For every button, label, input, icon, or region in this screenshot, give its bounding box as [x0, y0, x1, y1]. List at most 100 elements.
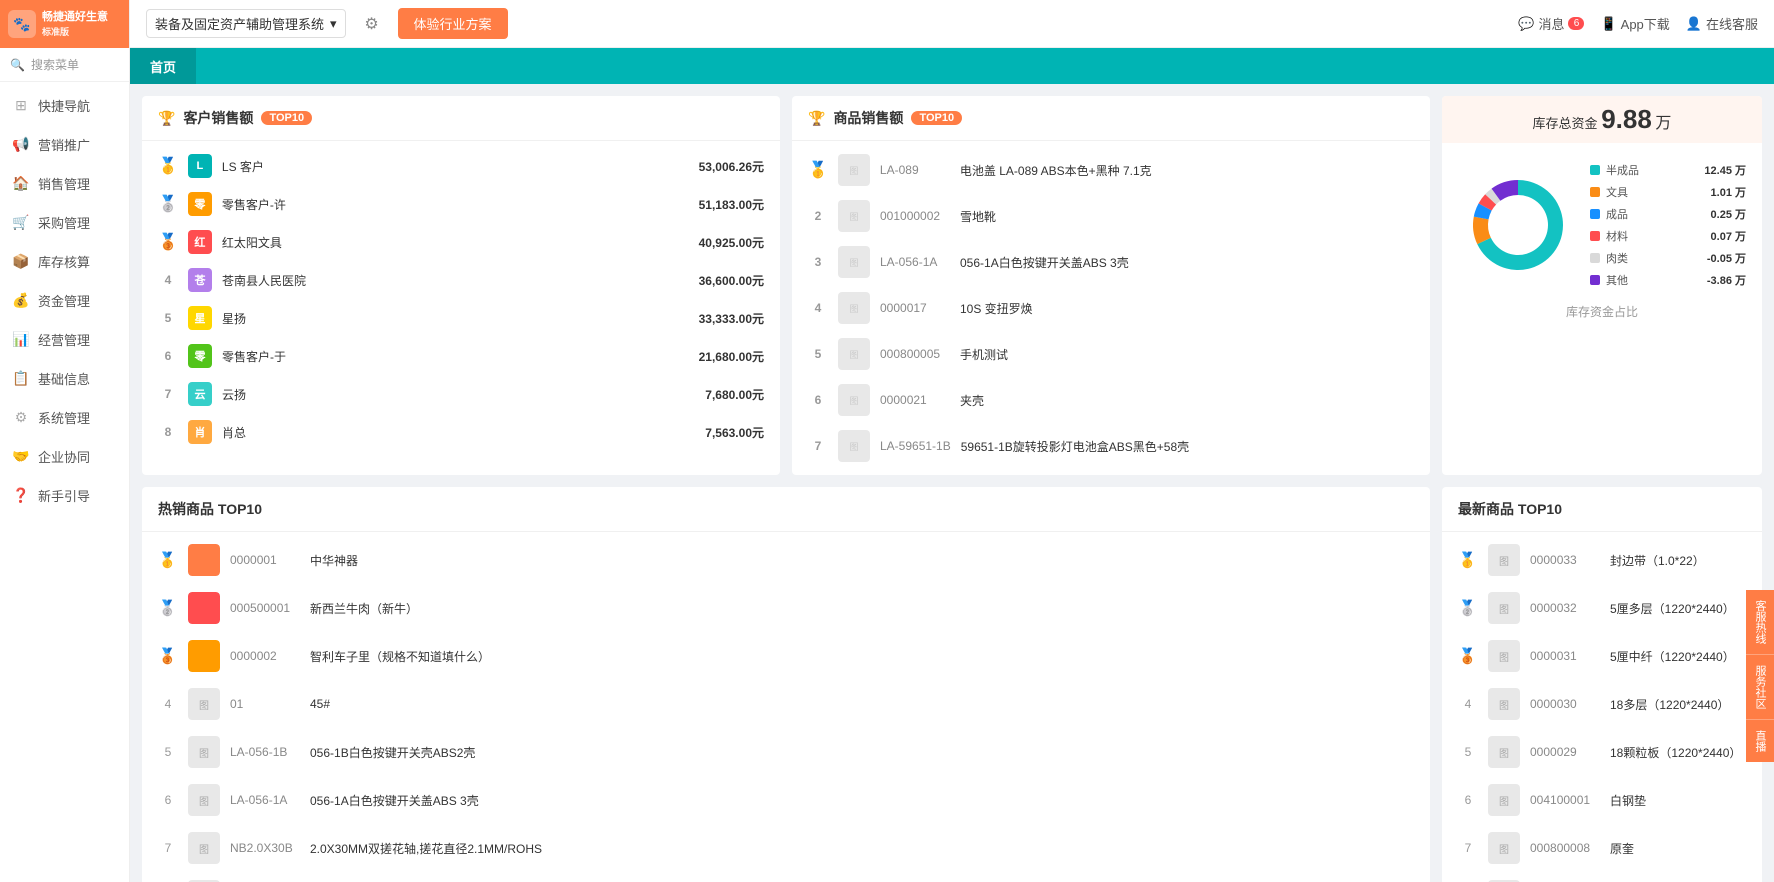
- customer-name: 红太阳文具: [222, 234, 689, 251]
- customer-amount: 51,183.00元: [699, 196, 764, 213]
- product-code: LA-056-1B: [230, 745, 300, 759]
- sidebar-item-finance[interactable]: 💰 资金管理: [0, 281, 129, 320]
- product-name: 2.0X30MM双搓花轴,搓花直径2.1MM/ROHS: [310, 840, 1414, 857]
- customer-ranking-item: 4 苍 苍南县人民医院 36,600.00元: [142, 261, 780, 299]
- product-thumb: 图: [838, 292, 870, 324]
- app-download-button[interactable]: 📱 App下载: [1600, 14, 1669, 33]
- rank-number: 7: [1458, 841, 1478, 855]
- product-code: 004100001: [1530, 793, 1600, 807]
- product-ranking-header: 🏆 商品销售额 TOP10: [792, 96, 1430, 141]
- new-products-panel: 最新商品 TOP10 🥇 图 0000033 封边带（1.0*22） 🥈 图 0…: [1442, 487, 1762, 882]
- product-thumbnail: 图: [188, 688, 220, 720]
- legend-color: [1590, 231, 1600, 241]
- product-thumb: 图: [838, 384, 870, 416]
- customer-ranking-item: 7 云 云扬 7,680.00元: [142, 375, 780, 413]
- legend-label: 其他: [1606, 272, 1701, 288]
- product-code: 000500001: [230, 601, 300, 615]
- sidebar-item-label: 库存核算: [38, 252, 90, 271]
- enterprise-icon: 🤝: [12, 448, 30, 466]
- product-thumbnail: 图: [1488, 736, 1520, 768]
- legend-item: 成品 0.25 万: [1590, 203, 1746, 225]
- customer-ranking-header: 🏆 客户销售额 TOP10: [142, 96, 780, 141]
- product-thumb: 图: [838, 154, 870, 186]
- customer-avatar: 红: [188, 230, 212, 254]
- product-code: LA-089: [880, 163, 950, 177]
- hot-products-title: 热销商品 TOP10: [158, 499, 262, 519]
- product-name: 手机测试: [960, 346, 1414, 363]
- product-thumbnail: 图: [188, 832, 220, 864]
- new-product-item: 🥈 图 0000032 5厘多层（1220*2440）: [1442, 584, 1762, 632]
- product-code: 0000001: [230, 553, 300, 567]
- product-code: 01: [230, 697, 300, 711]
- medal-icon: 🥈: [158, 194, 178, 214]
- customer-name: 苍南县人民医院: [222, 272, 689, 289]
- product-name: 雪地靴: [960, 208, 1414, 225]
- product-thumbnail: 图: [1488, 832, 1520, 864]
- inventory-legend: 半成品 12.45 万 文具 1.01 万 成品 0.25 万 材料 0.07 …: [1590, 159, 1746, 291]
- customer-avatar: 云: [188, 382, 212, 406]
- product-code: 001000002: [880, 209, 950, 223]
- cs-community-button[interactable]: 服务社区: [1746, 655, 1774, 720]
- medal-icon: 🥇: [1458, 551, 1478, 569]
- customer-name: 星扬: [222, 310, 689, 327]
- search-icon: 🔍: [10, 58, 25, 72]
- customer-ranking-item: 6 零 零售客户-于 21,680.00元: [142, 337, 780, 375]
- legend-value: -0.05 万: [1707, 250, 1746, 266]
- trial-button[interactable]: 体验行业方案: [398, 8, 508, 39]
- customer-avatar: 星: [188, 306, 212, 330]
- legend-value: -3.86 万: [1707, 272, 1746, 288]
- rank-number: 6: [808, 393, 828, 407]
- new-products-title: 最新商品 TOP10: [1458, 499, 1562, 519]
- online-service-button[interactable]: 👤 在线客服: [1686, 14, 1758, 33]
- product-ranking-badge: TOP10: [911, 111, 962, 125]
- product-code: 0000021: [880, 393, 950, 407]
- legend-value: 12.45 万: [1704, 162, 1746, 178]
- product-name: 夹壳: [960, 392, 1414, 409]
- product-thumb: 图: [838, 430, 870, 462]
- sidebar-item-sales[interactable]: 🏠 销售管理: [0, 164, 129, 203]
- rank-number: 5: [158, 745, 178, 759]
- system-selector[interactable]: 装备及固定资产辅助管理系统 ▾: [146, 9, 346, 38]
- product-thumbnail: [188, 640, 220, 672]
- product-thumb: 图: [838, 338, 870, 370]
- hot-product-item: 🥉 0000002 智利车子里（规格不知道填什么）: [142, 632, 1430, 680]
- sidebar-item-basic[interactable]: 📋 基础信息: [0, 359, 129, 398]
- sidebar-item-marketing[interactable]: 📢 营销推广: [0, 125, 129, 164]
- hot-products-panel: 热销商品 TOP10 🥇 0000001 中华神器 🥈 000500001 新西…: [142, 487, 1430, 882]
- sidebar-item-system[interactable]: ⚙ 系统管理: [0, 398, 129, 437]
- customer-ranking-list: 🥇 L LS 客户 53,006.26元 🥈 零 零售客户-许 51,183.0…: [142, 141, 780, 475]
- search-menu[interactable]: 🔍 搜索菜单: [0, 48, 129, 82]
- basic-icon: 📋: [12, 370, 30, 388]
- product-thumb: 图: [838, 246, 870, 278]
- cs-hotline-button[interactable]: 客服热线: [1746, 590, 1774, 655]
- product-code: 0000002: [230, 649, 300, 663]
- legend-item: 半成品 12.45 万: [1590, 159, 1746, 181]
- medal-icon: 🥇: [808, 160, 828, 180]
- system-icon: ⚙: [12, 409, 30, 427]
- cs-live-button[interactable]: 直播: [1746, 720, 1774, 762]
- sidebar-item-quick-nav[interactable]: ⊞ 快捷导航: [0, 86, 129, 125]
- settings-button[interactable]: ⚙: [358, 10, 386, 38]
- sidebar-item-enterprise[interactable]: 🤝 企业协同: [0, 437, 129, 476]
- sidebar-item-operations[interactable]: 📊 经营管理: [0, 320, 129, 359]
- product-code: LA-056-1A: [880, 255, 950, 269]
- product-code: NB2.0X30B: [230, 841, 300, 855]
- sidebar-item-inventory[interactable]: 📦 库存核算: [0, 242, 129, 281]
- chevron-down-icon: ▾: [330, 16, 337, 32]
- hot-product-item: 🥇 0000001 中华神器: [142, 536, 1430, 584]
- customer-ranking-title: 客户销售额: [183, 108, 253, 128]
- inventory-panel: 库存总资金 9.88 万 半成品 12.45 万 文具 1.01 万 成品 0.…: [1442, 96, 1762, 475]
- product-ranking-item: 7 图 LA-59651-1B 59651-1B旋转投影灯电池盒ABS黑色+58…: [792, 423, 1430, 469]
- tab-home[interactable]: 首页: [130, 48, 196, 84]
- messages-button[interactable]: 💬 消息 6: [1518, 14, 1584, 33]
- finance-icon: 💰: [12, 292, 30, 310]
- sidebar-item-guide[interactable]: ❓ 新手引导: [0, 476, 129, 515]
- sidebar-item-purchase[interactable]: 🛒 采购管理: [0, 203, 129, 242]
- service-label: 在线客服: [1706, 14, 1758, 33]
- content-inner: 🏆 客户销售额 TOP10 🥇 L LS 客户 53,006.26元 🥈 零 零…: [130, 84, 1774, 882]
- inventory-title: 库存总资金 9.88 万: [1442, 96, 1762, 143]
- sidebar-item-label: 销售管理: [38, 174, 90, 193]
- sidebar-item-label: 基础信息: [38, 369, 90, 388]
- hot-product-item: 8 图 0000011 12070519-xs: [142, 872, 1430, 882]
- product-name: 封边带（1.0*22）: [1610, 552, 1746, 569]
